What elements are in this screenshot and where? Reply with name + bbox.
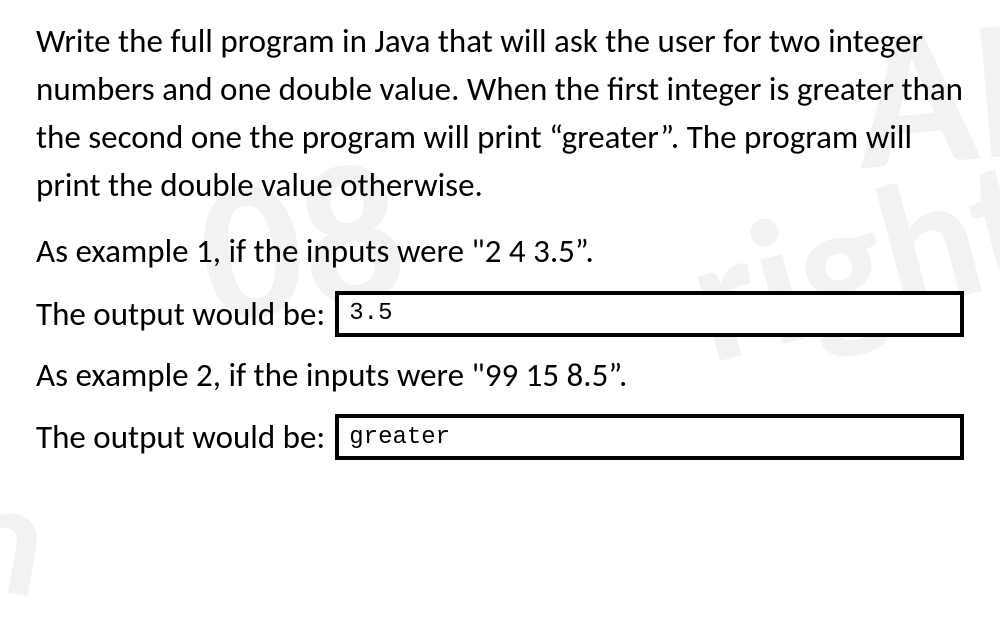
output-label: The output would be:: [36, 417, 325, 457]
example-2-intro: As example 2, if the inputs were "99 15 …: [36, 351, 964, 401]
example-1-output-row: The output would be: 3.5: [36, 291, 964, 337]
output-box-1: 3.5: [335, 291, 964, 337]
example-2-output-row: The output would be: greater: [36, 414, 964, 460]
example-1-intro: As example 1, if the inputs were "2 4 3.…: [36, 227, 964, 277]
output-box-2: greater: [335, 414, 964, 460]
problem-description: Write the full program in Java that will…: [36, 18, 964, 209]
problem-content: Write the full program in Java that will…: [0, 0, 1000, 492]
output-label: The output would be:: [36, 294, 325, 334]
